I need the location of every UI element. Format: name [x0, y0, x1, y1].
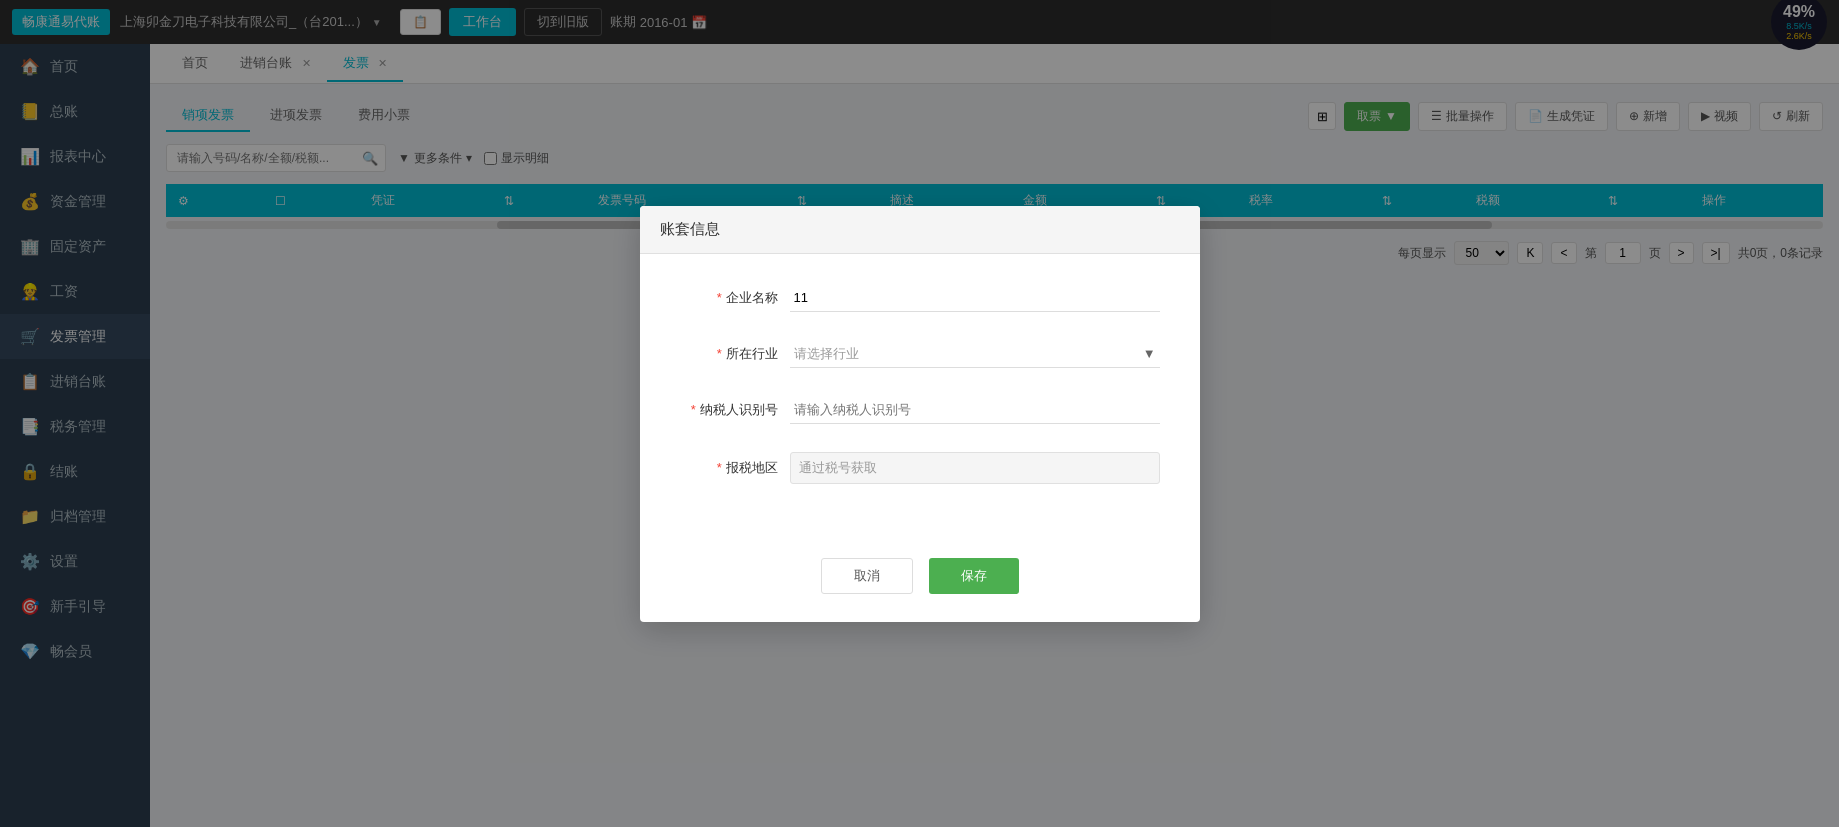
save-button[interactable]: 保存: [929, 558, 1019, 594]
company-name-input[interactable]: [790, 284, 1160, 312]
industry-required: *: [717, 346, 722, 361]
form-row-tax-region: * 报税地区 通过税号获取: [680, 452, 1160, 484]
form-row-company: * 企业名称: [680, 284, 1160, 312]
company-name-label: * 企业名称: [680, 289, 790, 307]
account-info-modal: 账套信息 * 企业名称 * 所在行业 请选择行业: [640, 206, 1200, 622]
tax-id-label: * 纳税人识别号: [680, 401, 790, 419]
form-row-tax-id: * 纳税人识别号: [680, 396, 1160, 424]
modal-overlay: 账套信息 * 企业名称 * 所在行业 请选择行业: [0, 0, 1839, 827]
modal-body: * 企业名称 * 所在行业 请选择行业 ▼: [640, 254, 1200, 542]
cancel-button[interactable]: 取消: [821, 558, 913, 594]
industry-select-wrap: 请选择行业 ▼: [790, 340, 1160, 368]
modal-title: 账套信息: [640, 206, 1200, 254]
form-row-industry: * 所在行业 请选择行业 ▼: [680, 340, 1160, 368]
tax-region-label: * 报税地区: [680, 459, 790, 477]
industry-label: * 所在行业: [680, 345, 790, 363]
tax-id-required: *: [691, 402, 696, 417]
company-name-required: *: [717, 290, 722, 305]
tax-region-required: *: [717, 460, 722, 475]
industry-select[interactable]: 请选择行业: [790, 340, 1160, 367]
tax-region-display: 通过税号获取: [790, 452, 1160, 484]
modal-footer: 取消 保存: [640, 542, 1200, 622]
tax-id-input[interactable]: [790, 396, 1160, 424]
